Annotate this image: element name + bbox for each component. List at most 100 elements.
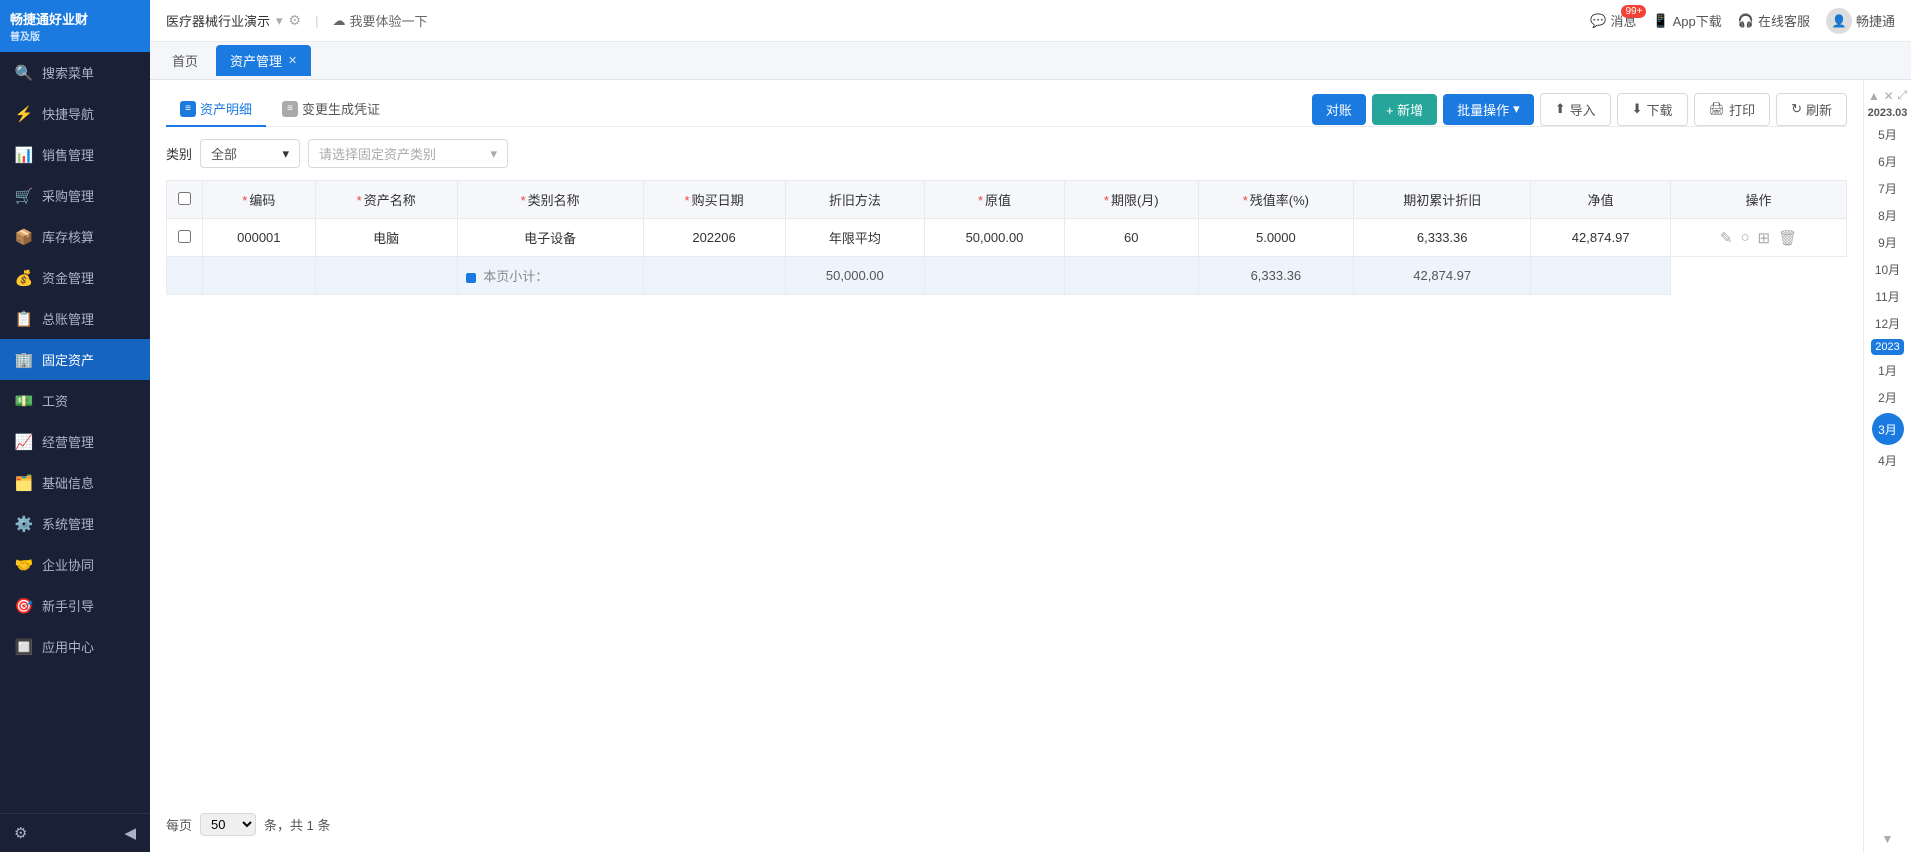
company-name: 医疗器械行业演示 (166, 11, 270, 30)
per-page-select[interactable]: 50 100 (200, 813, 256, 836)
tab-close-icon[interactable]: ✕ (288, 54, 297, 67)
download-button[interactable]: ⬇ 下载 (1617, 93, 1688, 126)
sidebar-item-应用中心[interactable]: 🔲应用中心 (0, 626, 150, 667)
cell-initial-depreciation: 6,333.36 (1354, 219, 1531, 257)
panel-up-icon[interactable]: ▲ (1868, 89, 1880, 103)
sidebar-item-固定资产[interactable]: 🏢固定资产 (0, 339, 150, 380)
sidebar-label-14: 应用中心 (42, 637, 94, 656)
category-search-input[interactable]: 请选择固定资产类别 ▾ (308, 139, 508, 168)
reconcile-button[interactable]: 对账 (1312, 94, 1366, 125)
sidebar-label-0: 搜索菜单 (42, 63, 94, 82)
sidebar-item-工资[interactable]: 💵工资 (0, 380, 150, 421)
panel-month-2[interactable]: 2月 (1864, 384, 1911, 411)
sidebar-item-资金管理[interactable]: 💰资金管理 (0, 257, 150, 298)
messages-button[interactable]: 💬 消息 99+ (1590, 11, 1636, 30)
import-icon: ⬆ (1555, 101, 1566, 117)
sub-tab-asset-detail[interactable]: ≡ 资产明细 (166, 92, 266, 127)
th-period: *期限(月) (1064, 181, 1198, 219)
th-depreciation-method: 折旧方法 (785, 181, 925, 219)
batch-dropdown-icon: ▾ (1513, 101, 1520, 117)
th-category: *类别名称 (457, 181, 643, 219)
print-button[interactable]: 🖨 打印 (1694, 93, 1771, 126)
company-selector[interactable]: 医疗器械行业演示 ▾ ⚙ (166, 11, 301, 30)
panel-month-3-active[interactable]: 3月 (1872, 413, 1904, 445)
sidebar-item-系统管理[interactable]: ⚙️系统管理 (0, 503, 150, 544)
subtotal-original-value: 50,000.00 (785, 257, 925, 295)
total-label: 条，共 1 条 (264, 815, 330, 834)
cell-action: ✎ ○ ⊞ 🗑 (1671, 219, 1847, 257)
demo-button[interactable]: ☁ 我要体验一下 (333, 11, 428, 30)
collapse-icon[interactable]: ◀ (124, 824, 136, 842)
nav-tabs-bar: 首页 资产管理 ✕ (150, 42, 1911, 80)
sidebar-icon-11: ⚙️ (14, 515, 34, 533)
panel-month-4[interactable]: 4月 (1864, 447, 1911, 474)
refresh-button[interactable]: ↻ 刷新 (1776, 93, 1847, 126)
panel-down-icon[interactable]: ▼ (1882, 831, 1894, 852)
sidebar-icon-4: 📦 (14, 228, 34, 246)
user-menu[interactable]: 👤 畅捷通 (1826, 8, 1895, 34)
sidebar-item-采购管理[interactable]: 🛒采购管理 (0, 175, 150, 216)
sidebar-label-1: 快捷导航 (42, 104, 94, 123)
sidebar-item-搜索菜单[interactable]: 🔍搜索菜单 (0, 52, 150, 93)
panel-month-1[interactable]: 1月 (1864, 357, 1911, 384)
sidebar-item-总账管理[interactable]: 📋总账管理 (0, 298, 150, 339)
delete-icon[interactable]: 🗑 (1778, 229, 1797, 247)
import-button[interactable]: ⬆ 导入 (1540, 93, 1611, 126)
search-dropdown-icon: ▾ (490, 146, 497, 162)
tab-home[interactable]: 首页 (158, 45, 212, 76)
main-area: 医疗器械行业演示 ▾ ⚙ | ☁ 我要体验一下 💬 消息 99+ 📱 App下载… (150, 0, 1911, 852)
pagination-bar: 每页 50 100 条，共 1 条 (166, 803, 1847, 840)
tab-asset-management[interactable]: 资产管理 ✕ (216, 45, 311, 76)
panel-expand-icon[interactable]: ⤢ (1897, 88, 1907, 103)
sidebar-label-12: 企业协同 (42, 555, 94, 574)
sidebar-item-经营管理[interactable]: 📈经营管理 (0, 421, 150, 462)
new-button[interactable]: + 新增 (1372, 94, 1437, 125)
panel-year-badge[interactable]: 2023 (1871, 339, 1903, 355)
panel-close-icon[interactable]: ✕ (1884, 89, 1894, 103)
refresh-icon: ↻ (1791, 101, 1802, 117)
row-checkbox[interactable] (178, 230, 191, 243)
logo-text: 畅捷通好业财 (10, 9, 88, 28)
sidebar-item-基础信息[interactable]: 🗂️基础信息 (0, 462, 150, 503)
batch-button[interactable]: 批量操作 ▾ (1443, 94, 1534, 125)
voucher-icon: ≡ (282, 101, 298, 117)
panel-month-8[interactable]: 8月 (1864, 202, 1911, 229)
panel-month-9[interactable]: 9月 (1864, 229, 1911, 256)
logo-sub: 普及版 (10, 28, 88, 43)
message-icon: 💬 (1590, 13, 1606, 29)
th-original-value: *原值 (925, 181, 1065, 219)
sidebar-item-快捷导航[interactable]: ⚡ 快捷导航 (0, 93, 150, 134)
settings-icon[interactable]: ⚙ (289, 12, 302, 29)
select-all-checkbox[interactable] (167, 181, 203, 219)
sidebar-label-9: 经营管理 (42, 432, 94, 451)
th-residual-rate: *残值率(%) (1198, 181, 1353, 219)
sidebar-footer: ⚙ ◀ (0, 813, 150, 852)
view-icon[interactable]: ○ (1740, 229, 1749, 246)
panel-month-5[interactable]: 5月 (1864, 121, 1911, 148)
panel-month-6[interactable]: 6月 (1864, 148, 1911, 175)
sidebar-item-企业协同[interactable]: 🤝企业协同 (0, 544, 150, 585)
th-purchase-date: *购买日期 (643, 181, 785, 219)
panel-month-10[interactable]: 10月 (1864, 256, 1911, 283)
download-icon: 📱 (1652, 13, 1668, 29)
sidebar-item-销售管理[interactable]: 📊销售管理 (0, 134, 150, 175)
checkbox-all[interactable] (178, 192, 191, 205)
copy-icon[interactable]: ⊞ (1758, 229, 1771, 247)
subtotal-net-value: 42,874.97 (1354, 257, 1531, 295)
category-filter-select[interactable]: 全部 ▾ (200, 139, 300, 168)
sub-tab-voucher[interactable]: ≡ 变更生成凭证 (268, 92, 394, 127)
panel-month-7[interactable]: 7月 (1864, 175, 1911, 202)
settings-icon[interactable]: ⚙ (14, 824, 27, 842)
app-download-button[interactable]: 📱 App下载 (1652, 11, 1721, 30)
sidebar-icon-1: ⚡ (14, 105, 34, 123)
panel-month-12[interactable]: 12月 (1864, 310, 1911, 337)
avatar: 👤 (1826, 8, 1852, 34)
subtotal-initial-depreciation: 6,333.36 (1198, 257, 1353, 295)
edit-icon[interactable]: ✎ (1720, 229, 1733, 247)
sidebar-item-库存核算[interactable]: 📦库存核算 (0, 216, 150, 257)
sidebar-item-新手引导[interactable]: 🎯新手引导 (0, 585, 150, 626)
customer-service-button[interactable]: 🎧 在线客服 (1738, 11, 1810, 30)
content-area: ≡ 资产明细 ≡ 变更生成凭证 对账 + 新增 批量操作 ▾ ⬆ (150, 80, 1911, 852)
cell-net-value: 42,874.97 (1531, 219, 1671, 257)
panel-month-11[interactable]: 11月 (1864, 283, 1911, 310)
